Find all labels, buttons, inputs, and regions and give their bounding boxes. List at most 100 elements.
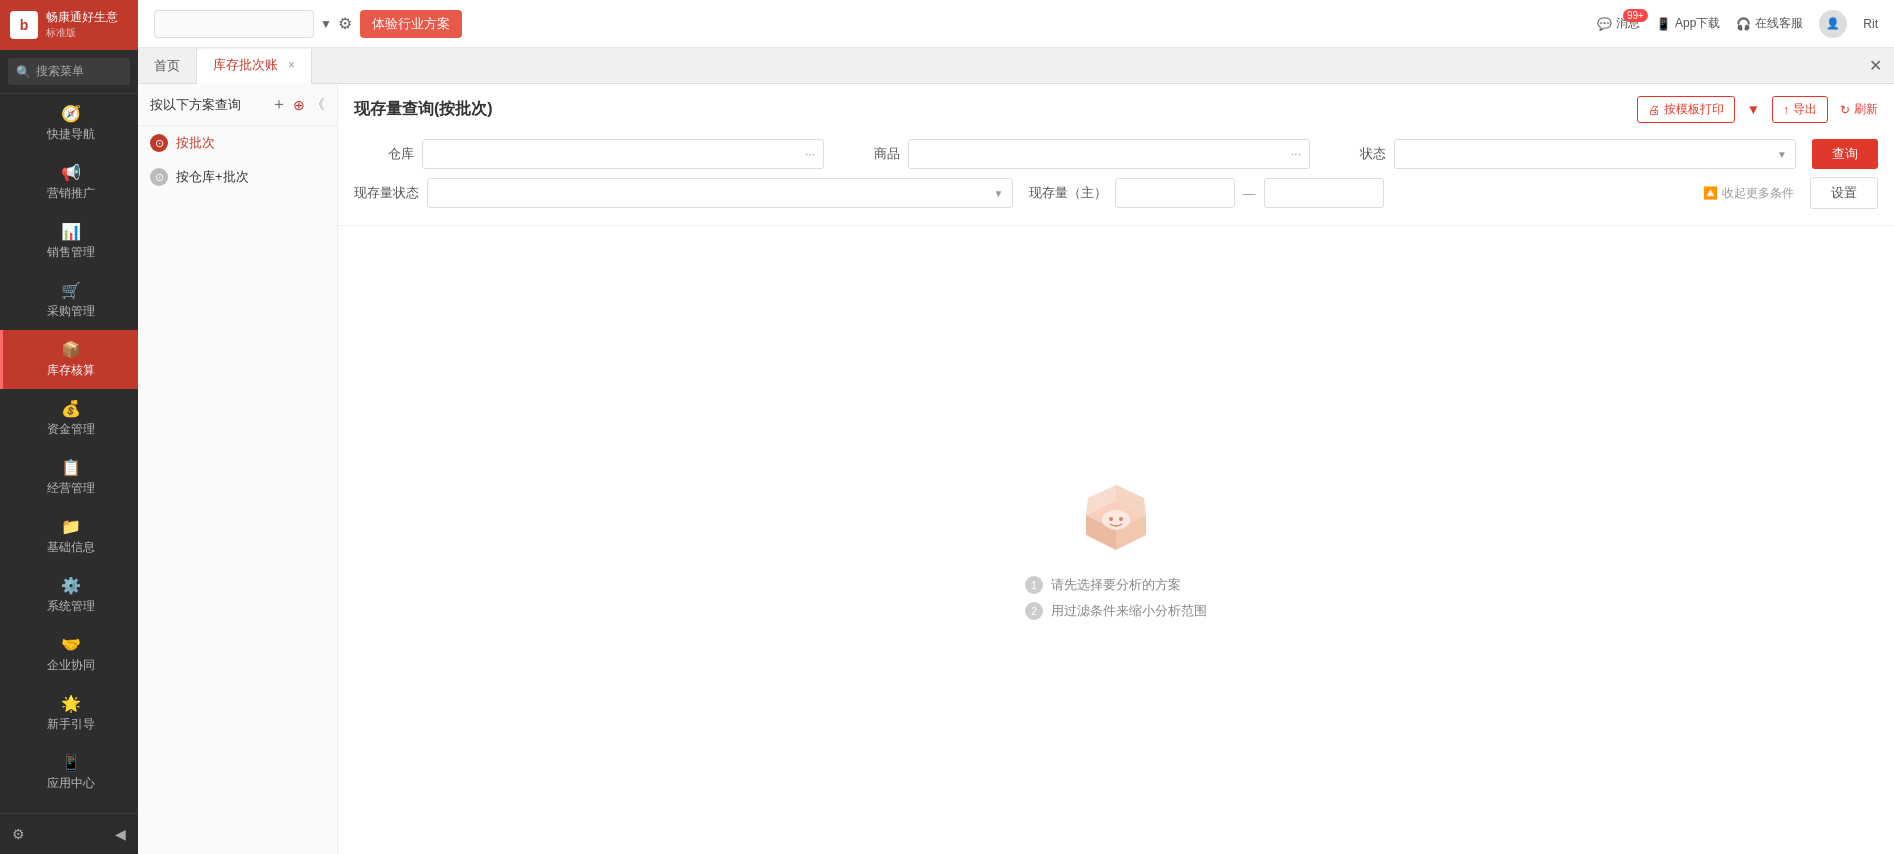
username-label[interactable]: Rit [1863, 17, 1878, 31]
printer-icon: 🖨 [1648, 103, 1660, 117]
operations-icon: 📋 [61, 458, 81, 477]
trial-button[interactable]: 体验行业方案 [360, 10, 462, 38]
sidebar-item-newbie[interactable]: 🌟 新手引导 [0, 684, 138, 743]
filter-panel-header: 按以下方案查询 ＋ ⊕ 《 [138, 84, 337, 126]
status-field: 状态 ▼ [1326, 139, 1796, 169]
topbar-settings-button[interactable]: ⚙ [338, 14, 352, 33]
footer-collapse-button[interactable]: ◀ [111, 822, 130, 846]
sidebar-item-marketing[interactable]: 📢 营销推广 [0, 153, 138, 212]
filter-panel: 按以下方案查询 ＋ ⊕ 《 ⊙ 按批次 ⊙ [138, 84, 338, 854]
search-bar: 仓库 ··· 商品 ··· 状态 [338, 131, 1894, 226]
sidebar-footer: ⚙ ◀ [0, 813, 138, 854]
sidebar: b 畅康通好生意 标准版 🔍 搜索菜单 🧭 快捷导航 📢 营销推广 📊 销售管理… [0, 0, 138, 854]
filter-settings-button[interactable]: ⊕ [293, 97, 305, 113]
finance-icon: 💰 [61, 399, 81, 418]
page-header: 现存量查询(按批次) 🖨 按模板打印 ▼ ↑ 导出 ↻ 刷新 [338, 84, 1894, 131]
filter-item-by-batch[interactable]: ⊙ 按批次 [138, 126, 337, 160]
collapse-up-icon: 🔼 [1703, 186, 1718, 200]
product-label: 商品 [840, 145, 900, 163]
main-area: 现存量查询(按批次) 🖨 按模板打印 ▼ ↑ 导出 ↻ 刷新 [338, 84, 1894, 854]
range-dash: — [1243, 186, 1256, 201]
sidebar-item-basic-info[interactable]: 📁 基础信息 [0, 507, 138, 566]
empty-tips: 1 请先选择要分析的方案 2 用过滤条件来缩小分析范围 [1025, 576, 1207, 620]
search-menu-button[interactable]: 🔍 搜索菜单 [8, 58, 130, 85]
product-more-button[interactable]: ··· [1291, 147, 1301, 161]
main-container: ▼ ⚙ 体验行业方案 💬 消息 99+ 📱 App下载 🎧 在线客服 [138, 0, 1894, 854]
sidebar-item-sales[interactable]: 📊 销售管理 [0, 212, 138, 271]
message-button[interactable]: 💬 消息 99+ [1597, 15, 1640, 32]
warehouse-input-wrap: ··· [422, 139, 824, 169]
stock-quantity-to-input[interactable] [1264, 178, 1384, 208]
page-actions: 🖨 按模板打印 ▼ ↑ 导出 ↻ 刷新 [1637, 96, 1878, 123]
print-button[interactable]: 🖨 按模板打印 [1637, 96, 1735, 123]
stock-status-arrow: ▼ [994, 188, 1004, 199]
warehouse-field: 仓库 ··· [354, 139, 824, 169]
stock-quantity-from-input[interactable] [1115, 178, 1235, 208]
refresh-button[interactable]: ↻ 刷新 [1840, 101, 1878, 118]
sidebar-item-operations[interactable]: 📋 经营管理 [0, 448, 138, 507]
system-icon: ⚙️ [61, 576, 81, 595]
online-service-button[interactable]: 🎧 在线客服 [1736, 15, 1803, 32]
purchase-icon: 🛒 [61, 281, 81, 300]
sidebar-item-wechat[interactable]: 💬 企业微信 [0, 802, 138, 813]
topbar-dropdown-button[interactable]: ▼ [320, 17, 332, 31]
print-dropdown-button[interactable]: ▼ [1747, 102, 1760, 117]
empty-icon [1066, 460, 1166, 560]
empty-tip-2: 2 用过滤条件来缩小分析范围 [1025, 602, 1207, 620]
headset-icon: 🎧 [1736, 17, 1751, 31]
svg-point-5 [1102, 510, 1130, 530]
status-select[interactable]: ▼ [1394, 139, 1796, 169]
app-download-button[interactable]: 📱 App下载 [1656, 15, 1720, 32]
page-title: 现存量查询(按批次) [354, 99, 493, 120]
warehouse-input[interactable] [431, 147, 805, 162]
filter-panel-actions: ＋ ⊕ 《 [271, 94, 325, 115]
sidebar-item-purchase[interactable]: 🛒 采购管理 [0, 271, 138, 330]
tab-home[interactable]: 首页 [138, 48, 197, 83]
quick-nav-icon: 🧭 [61, 104, 81, 123]
export-button[interactable]: ↑ 导出 [1772, 96, 1828, 123]
empty-tip-1: 1 请先选择要分析的方案 [1025, 576, 1207, 594]
collapse-conditions-button[interactable]: 🔼 收起更多条件 [1703, 185, 1794, 202]
stock-status-select[interactable]: ▼ [427, 178, 1013, 208]
empty-state: 1 请先选择要分析的方案 2 用过滤条件来缩小分析范围 [338, 226, 1894, 854]
status-select-arrow: ▼ [1777, 149, 1787, 160]
product-input[interactable] [917, 147, 1291, 162]
product-input-wrap: ··· [908, 139, 1310, 169]
filter-gear-icon: ⊕ [293, 97, 305, 113]
sidebar-item-inventory[interactable]: 📦 库存核算 [0, 330, 138, 389]
empty-illustration [1066, 460, 1166, 560]
sidebar-header: b 畅康通好生意 标准版 [0, 0, 138, 50]
filter-item-by-warehouse-batch[interactable]: ⊙ 按仓库+批次 [138, 160, 337, 194]
warehouse-more-button[interactable]: ··· [805, 147, 815, 161]
tip-num-1: 1 [1025, 576, 1043, 594]
sidebar-item-quick-nav[interactable]: 🧭 快捷导航 [0, 94, 138, 153]
avatar: 👤 [1819, 10, 1847, 38]
collapse-icon: ◀ [115, 826, 126, 842]
footer-settings-button[interactable]: ⚙ [8, 822, 29, 846]
tab-close-button[interactable]: × [288, 59, 295, 71]
query-button[interactable]: 查询 [1812, 139, 1878, 169]
enterprise-icon: 🤝 [61, 635, 81, 654]
stock-status-field: 现存量状态 ▼ [354, 178, 1013, 208]
stock-status-label: 现存量状态 [354, 184, 419, 202]
tab-panel-close-button[interactable]: ✕ [1857, 56, 1894, 75]
basic-info-icon: 📁 [61, 517, 81, 536]
sidebar-item-app-center[interactable]: 📱 应用中心 [0, 743, 138, 802]
tab-inventory-batch[interactable]: 库存批次账 × [197, 49, 312, 84]
filter-collapse-button[interactable]: 《 [311, 96, 325, 114]
topbar-search-input[interactable] [154, 10, 314, 38]
sidebar-item-enterprise[interactable]: 🤝 企业协同 [0, 625, 138, 684]
filter-by-warehouse-batch-icon: ⊙ [150, 168, 168, 186]
sidebar-item-finance[interactable]: 💰 资金管理 [0, 389, 138, 448]
search-icon: 🔍 [16, 65, 31, 79]
filter-add-button[interactable]: ＋ [271, 94, 287, 115]
app-center-icon: 📱 [61, 753, 81, 772]
phone-icon: 📱 [1656, 17, 1671, 31]
add-icon: ＋ [271, 95, 287, 112]
tip-num-2: 2 [1025, 602, 1043, 620]
product-field: 商品 ··· [840, 139, 1310, 169]
setup-button[interactable]: 设置 [1810, 177, 1878, 209]
sidebar-item-system[interactable]: ⚙️ 系统管理 [0, 566, 138, 625]
tabbar: 首页 库存批次账 × ✕ [138, 48, 1894, 84]
status-label: 状态 [1326, 145, 1386, 163]
